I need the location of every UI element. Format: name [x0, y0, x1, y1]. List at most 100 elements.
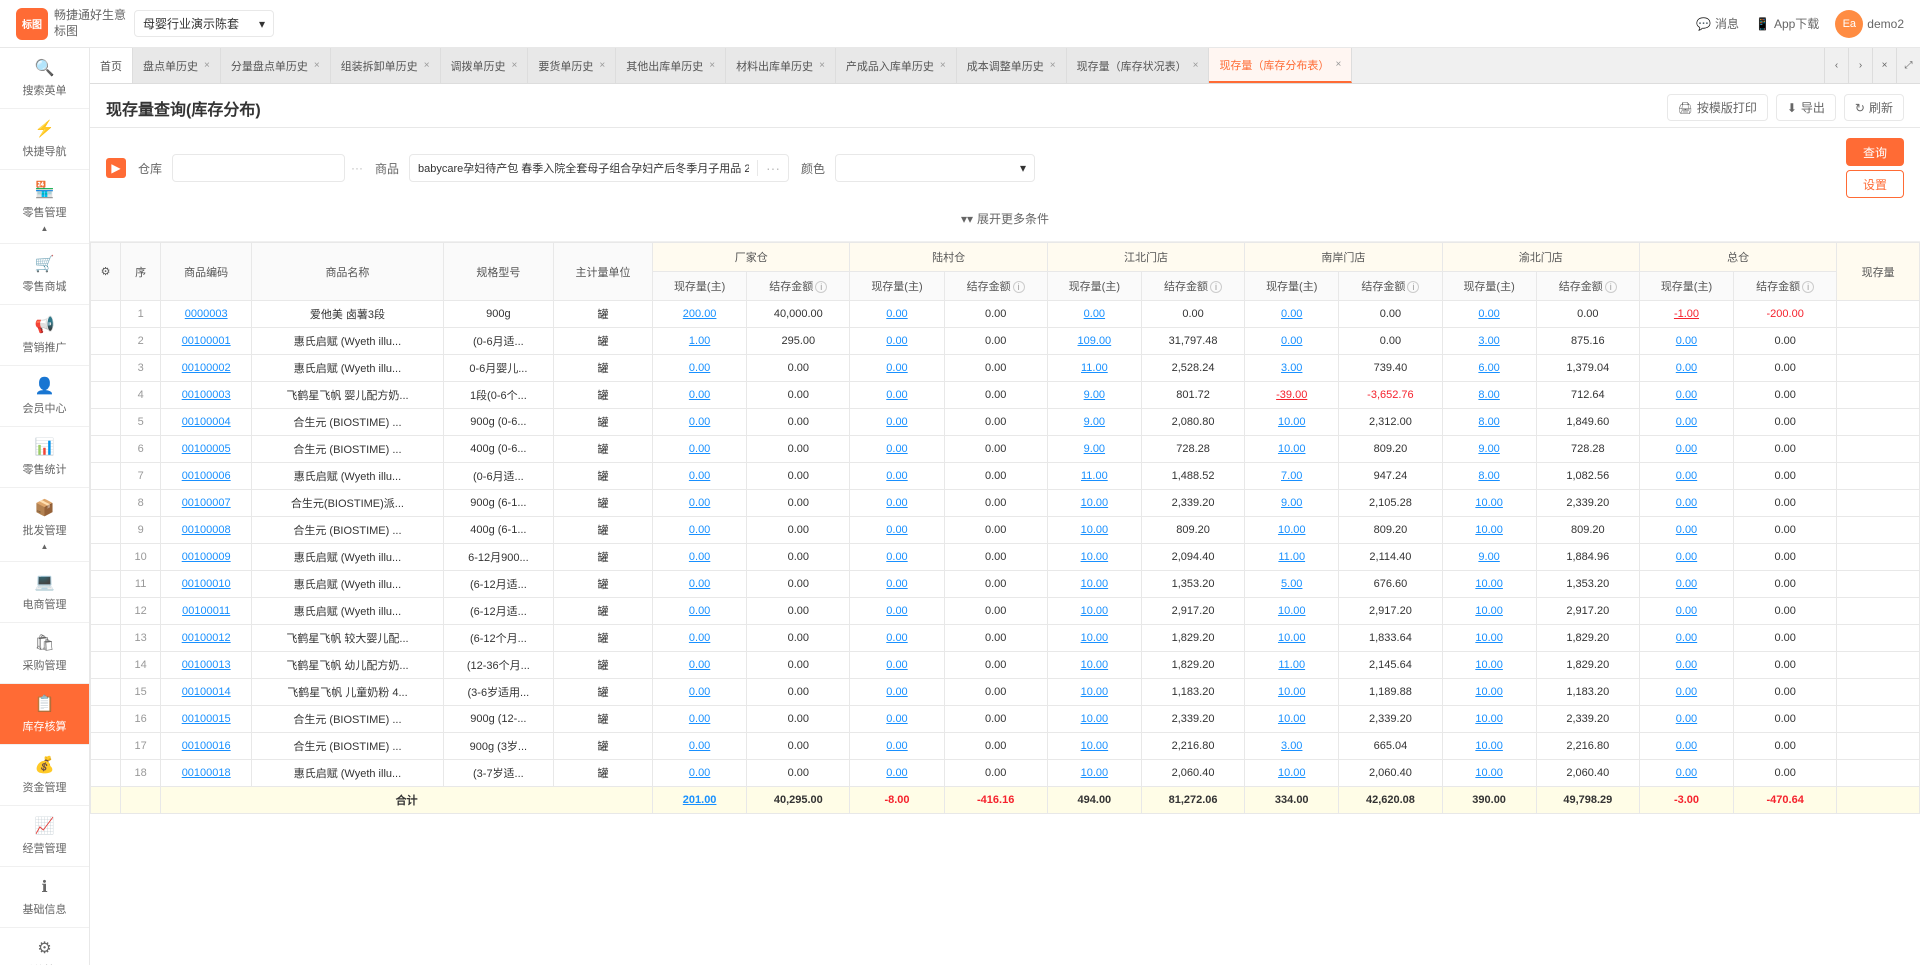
row-total-curr[interactable]: 0.00: [1639, 625, 1733, 652]
row-jiangbei-curr[interactable]: 10.00: [1047, 517, 1141, 544]
row-lucun-curr[interactable]: 0.00: [850, 355, 944, 382]
row-changjia-curr[interactable]: 0.00: [653, 625, 747, 652]
row-total-curr[interactable]: 0.00: [1639, 328, 1733, 355]
row-lucun-curr[interactable]: 0.00: [850, 679, 944, 706]
row-jiangbei-curr[interactable]: 10.00: [1047, 760, 1141, 787]
info-icon[interactable]: i: [815, 281, 827, 293]
row-nanan-curr[interactable]: 10.00: [1245, 598, 1339, 625]
row-nanan-curr[interactable]: -39.00: [1245, 382, 1339, 409]
row-lucun-curr[interactable]: 0.00: [850, 328, 944, 355]
tab-close-all-btn[interactable]: ×: [1872, 48, 1896, 83]
row-code[interactable]: 00100016: [161, 733, 252, 760]
info-icon[interactable]: i: [1605, 281, 1617, 293]
row-nanan-curr[interactable]: 0.00: [1245, 301, 1339, 328]
row-nanan-curr[interactable]: 10.00: [1245, 409, 1339, 436]
row-nanan-curr[interactable]: 9.00: [1245, 490, 1339, 517]
row-yubei-curr[interactable]: 10.00: [1442, 571, 1536, 598]
tab-other-out[interactable]: 其他出库单历史×: [616, 48, 726, 83]
print-btn[interactable]: 🖨 按模版打印: [1667, 94, 1768, 121]
tab-close-material-out[interactable]: ×: [819, 60, 825, 71]
row-total-curr[interactable]: -1.00: [1639, 301, 1733, 328]
row-nanan-curr[interactable]: 11.00: [1245, 652, 1339, 679]
row-code[interactable]: 00100010: [161, 571, 252, 598]
row-total-curr[interactable]: 0.00: [1639, 706, 1733, 733]
row-changjia-curr[interactable]: 0.00: [653, 517, 747, 544]
sidebar-item-retail[interactable]: 🏪零售管理▲: [0, 170, 89, 244]
row-total-curr[interactable]: 0.00: [1639, 382, 1733, 409]
row-jiangbei-curr[interactable]: 9.00: [1047, 436, 1141, 463]
row-code[interactable]: 00100003: [161, 382, 252, 409]
row-total-curr[interactable]: 0.00: [1639, 571, 1733, 598]
sidebar-item-system[interactable]: ⚙系统管理: [0, 928, 89, 965]
row-nanan-curr[interactable]: 11.00: [1245, 544, 1339, 571]
row-jiangbei-curr[interactable]: 109.00: [1047, 328, 1141, 355]
row-changjia-curr[interactable]: 0.00: [653, 463, 747, 490]
row-code[interactable]: 00100015: [161, 706, 252, 733]
row-changjia-curr[interactable]: 0.00: [653, 652, 747, 679]
tab-close-stock-dist[interactable]: ×: [1335, 59, 1341, 70]
row-lucun-curr[interactable]: 0.00: [850, 436, 944, 463]
row-code[interactable]: 00100002: [161, 355, 252, 382]
row-changjia-curr[interactable]: 0.00: [653, 409, 747, 436]
row-yubei-curr[interactable]: 9.00: [1442, 544, 1536, 571]
row-lucun-curr[interactable]: 0.00: [850, 571, 944, 598]
tab-stock-status[interactable]: 现存量（库存状况表）×: [1067, 48, 1210, 83]
tab-inventory-single[interactable]: 盘点单历史×: [133, 48, 221, 83]
query-btn[interactable]: 查询: [1846, 138, 1904, 166]
row-total-curr[interactable]: 0.00: [1639, 490, 1733, 517]
info-icon[interactable]: i: [1407, 281, 1419, 293]
row-changjia-curr[interactable]: 0.00: [653, 706, 747, 733]
row-yubei-curr[interactable]: 8.00: [1442, 382, 1536, 409]
tab-fullscreen-btn[interactable]: ⤢: [1896, 48, 1920, 83]
row-changjia-curr[interactable]: 200.00: [653, 301, 747, 328]
row-total-curr[interactable]: 0.00: [1639, 679, 1733, 706]
sidebar-item-ecommerce[interactable]: 💻电商管理: [0, 562, 89, 623]
row-code[interactable]: 00100005: [161, 436, 252, 463]
row-lucun-curr[interactable]: 0.00: [850, 490, 944, 517]
row-yubei-curr[interactable]: 9.00: [1442, 436, 1536, 463]
row-jiangbei-curr[interactable]: 10.00: [1047, 544, 1141, 571]
industry-selector[interactable]: 母婴行业演示陈套 ▾: [134, 10, 274, 37]
row-lucun-curr[interactable]: 0.00: [850, 544, 944, 571]
tab-close-assemble-disassemble[interactable]: ×: [424, 60, 430, 71]
sidebar-item-shortcut[interactable]: ⚡快捷导航: [0, 109, 89, 170]
row-lucun-curr[interactable]: 0.00: [850, 301, 944, 328]
tab-home[interactable]: 首页: [90, 48, 133, 83]
row-code[interactable]: 00100007: [161, 490, 252, 517]
row-yubei-curr[interactable]: 0.00: [1442, 301, 1536, 328]
row-code[interactable]: 00100001: [161, 328, 252, 355]
row-changjia-curr[interactable]: 0.00: [653, 679, 747, 706]
info-icon[interactable]: i: [1802, 281, 1814, 293]
row-changjia-curr[interactable]: 0.00: [653, 571, 747, 598]
row-nanan-curr[interactable]: 7.00: [1245, 463, 1339, 490]
row-yubei-curr[interactable]: 10.00: [1442, 733, 1536, 760]
row-lucun-curr[interactable]: 0.00: [850, 409, 944, 436]
sidebar-item-basic[interactable]: ℹ基础信息: [0, 867, 89, 928]
tab-transfer[interactable]: 调拨单历史×: [441, 48, 529, 83]
row-jiangbei-curr[interactable]: 10.00: [1047, 733, 1141, 760]
row-total-curr[interactable]: 0.00: [1639, 517, 1733, 544]
row-changjia-curr[interactable]: 0.00: [653, 760, 747, 787]
info-icon[interactable]: i: [1210, 281, 1222, 293]
row-jiangbei-curr[interactable]: 10.00: [1047, 571, 1141, 598]
row-nanan-curr[interactable]: 10.00: [1245, 706, 1339, 733]
row-yubei-curr[interactable]: 10.00: [1442, 625, 1536, 652]
row-changjia-curr[interactable]: 0.00: [653, 436, 747, 463]
row-code[interactable]: 00100004: [161, 409, 252, 436]
row-jiangbei-curr[interactable]: 9.00: [1047, 382, 1141, 409]
row-jiangbei-curr[interactable]: 11.00: [1047, 355, 1141, 382]
row-changjia-curr[interactable]: 0.00: [653, 490, 747, 517]
product-input[interactable]: [410, 158, 757, 178]
row-jiangbei-curr[interactable]: 10.00: [1047, 706, 1141, 733]
row-jiangbei-curr[interactable]: 10.00: [1047, 679, 1141, 706]
row-yubei-curr[interactable]: 10.00: [1442, 517, 1536, 544]
row-code[interactable]: 00100009: [161, 544, 252, 571]
row-changjia-curr[interactable]: 0.00: [653, 544, 747, 571]
sidebar-item-marketing[interactable]: 📢营销推广: [0, 305, 89, 366]
row-nanan-curr[interactable]: 3.00: [1245, 733, 1339, 760]
tab-prev-btn[interactable]: ‹: [1824, 48, 1848, 83]
row-code[interactable]: 00100014: [161, 679, 252, 706]
user-avatar-btn[interactable]: Ea demo2: [1835, 10, 1904, 38]
refresh-btn[interactable]: ↻ 刷新: [1844, 94, 1904, 121]
sidebar-item-retail-stat[interactable]: 📊零售统计: [0, 427, 89, 488]
